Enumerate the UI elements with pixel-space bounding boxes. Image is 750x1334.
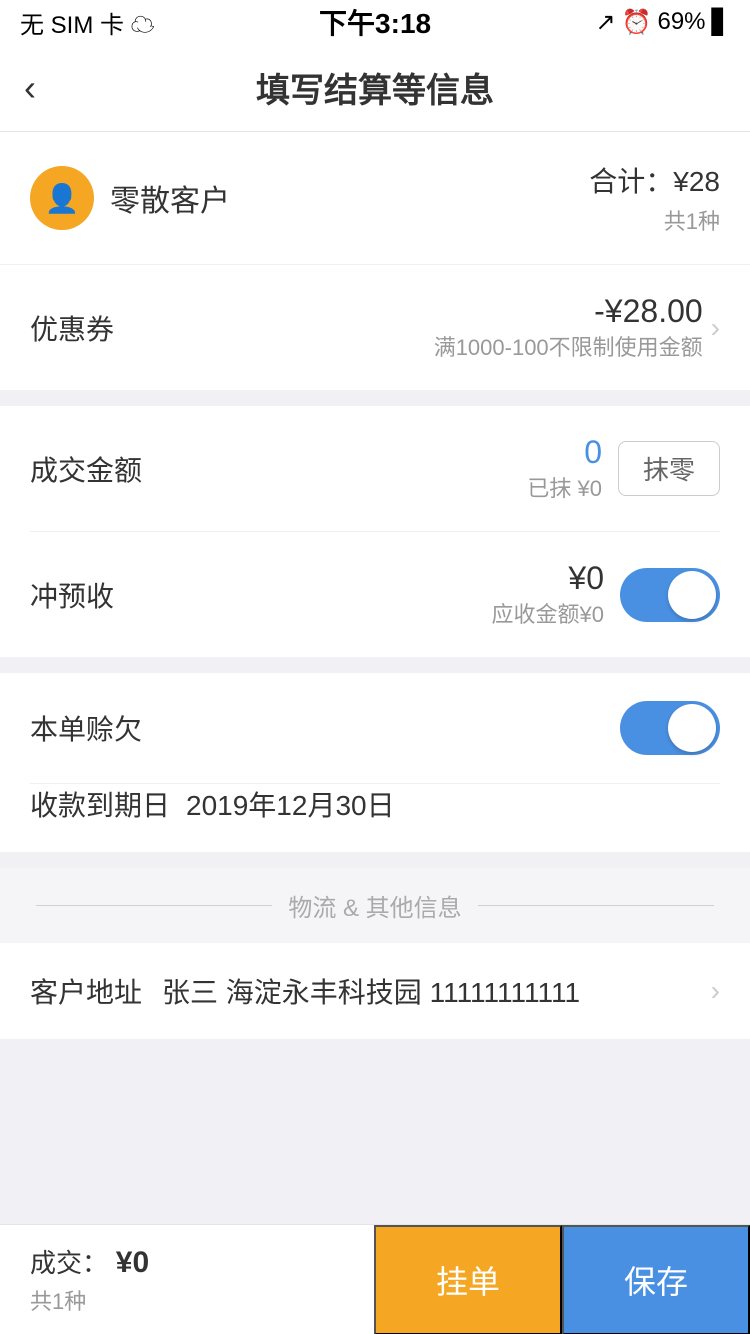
debt-toggle[interactable] bbox=[620, 701, 720, 755]
address-section: 客户地址 张三 海淀永丰科技园 11111111111 › bbox=[0, 943, 750, 1039]
save-button[interactable]: 保存 bbox=[562, 1225, 750, 1334]
prepayment-label: 冲预收 bbox=[30, 575, 114, 615]
status-time: 下午3:18 bbox=[319, 2, 431, 42]
avatar: 👤 bbox=[30, 166, 94, 230]
debt-row: 本单赊欠 bbox=[30, 673, 720, 784]
alarm-icon: ⏰ bbox=[622, 8, 652, 37]
address-row[interactable]: 客户地址 张三 海淀永丰科技园 11111111111 › bbox=[0, 943, 750, 1039]
due-date-value[interactable]: 2019年12月30日 bbox=[186, 784, 395, 824]
page-title: 填写结算等信息 bbox=[256, 63, 494, 112]
customer-right: 合计：¥28 共1种 bbox=[589, 160, 720, 236]
bottom-count: 共1种 bbox=[30, 1284, 344, 1316]
status-left: 无 SIM 卡 ☁ bbox=[20, 5, 155, 40]
address-value: 张三 海淀永丰科技园 11111111111 bbox=[162, 971, 711, 1011]
customer-section: 👤 零散客户 合计：¥28 共1种 优惠券 -¥28.00 满1000-100不… bbox=[0, 132, 750, 390]
status-right: ↗ ⏰ 69% ▋ bbox=[595, 8, 730, 37]
prepayment-sub: 应收金额¥0 bbox=[492, 597, 604, 629]
debt-label: 本单赊欠 bbox=[30, 708, 142, 748]
deal-amount-sub: 已抹 ¥0 bbox=[527, 471, 602, 503]
deal-amount-label: 成交金额 bbox=[30, 449, 142, 489]
coupon-label: 优惠券 bbox=[30, 308, 114, 348]
page-wrapper: 无 SIM 卡 ☁ 下午3:18 ↗ ⏰ 69% ▋ ‹ 填写结算等信息 👤 零… bbox=[0, 0, 750, 1334]
battery-icon: ▋ bbox=[712, 8, 730, 37]
status-bar: 无 SIM 卡 ☁ 下午3:18 ↗ ⏰ 69% ▋ bbox=[0, 0, 750, 44]
bottom-bar: 成交： ¥0 共1种 挂单 保存 bbox=[0, 1224, 750, 1334]
address-label: 客户地址 bbox=[30, 971, 142, 1011]
deal-amount-row: 成交金额 0 已抹 ¥0 抹零 bbox=[30, 406, 720, 532]
avatar-icon: 👤 bbox=[45, 182, 80, 215]
logistics-label: 物流 & 其他信息 bbox=[288, 888, 461, 923]
prepayment-toggle[interactable] bbox=[620, 568, 720, 622]
coupon-right: -¥28.00 满1000-100不限制使用金额 › bbox=[434, 293, 720, 362]
back-button[interactable]: ‹ bbox=[24, 67, 36, 109]
total-count: 共1种 bbox=[589, 204, 720, 236]
customer-left: 👤 零散客户 bbox=[30, 166, 230, 230]
logistics-divider: 物流 & 其他信息 bbox=[0, 868, 750, 943]
battery-level: 69% bbox=[657, 8, 705, 36]
nav-bar: ‹ 填写结算等信息 bbox=[0, 44, 750, 132]
customer-row: 👤 零散客户 合计：¥28 共1种 bbox=[0, 132, 750, 264]
debt-toggle-knob bbox=[668, 704, 716, 752]
scroll-area: 👤 零散客户 合计：¥28 共1种 优惠券 -¥28.00 满1000-100不… bbox=[0, 132, 750, 1334]
coupon-description: 满1000-100不限制使用金额 bbox=[434, 330, 703, 362]
coupon-chevron-icon: › bbox=[711, 312, 720, 344]
deal-amount-section: 成交金额 0 已抹 ¥0 抹零 冲预收 ¥0 应收金额¥0 bbox=[0, 406, 750, 657]
location-icon: ↗ bbox=[595, 8, 615, 37]
address-chevron-icon: › bbox=[711, 975, 720, 1007]
deal-amount-value[interactable]: 0 bbox=[527, 434, 602, 471]
prepayment-row: 冲预收 ¥0 应收金额¥0 bbox=[30, 532, 720, 657]
due-date-label: 收款到期日 bbox=[30, 784, 170, 824]
total-amount: 合计：¥28 bbox=[589, 160, 720, 200]
bottom-deal-line: 成交： ¥0 bbox=[30, 1243, 344, 1280]
bottom-deal-label: 成交： bbox=[30, 1248, 108, 1278]
hold-button[interactable]: 挂单 bbox=[374, 1225, 562, 1334]
round-zero-button[interactable]: 抹零 bbox=[618, 441, 720, 496]
network-status: 无 SIM 卡 ☁ bbox=[20, 5, 155, 40]
bottom-info: 成交： ¥0 共1种 bbox=[0, 1243, 374, 1316]
coupon-row[interactable]: 优惠券 -¥28.00 满1000-100不限制使用金额 › bbox=[0, 264, 750, 390]
bottom-deal-amount: ¥0 bbox=[116, 1246, 149, 1279]
debt-section: 本单赊欠 收款到期日 2019年12月30日 bbox=[0, 673, 750, 852]
coupon-discount: -¥28.00 bbox=[434, 293, 703, 330]
toggle-knob bbox=[668, 571, 716, 619]
due-date-row: 收款到期日 2019年12月30日 bbox=[30, 784, 720, 852]
customer-name: 零散客户 bbox=[110, 176, 230, 220]
prepayment-value: ¥0 bbox=[492, 560, 604, 597]
